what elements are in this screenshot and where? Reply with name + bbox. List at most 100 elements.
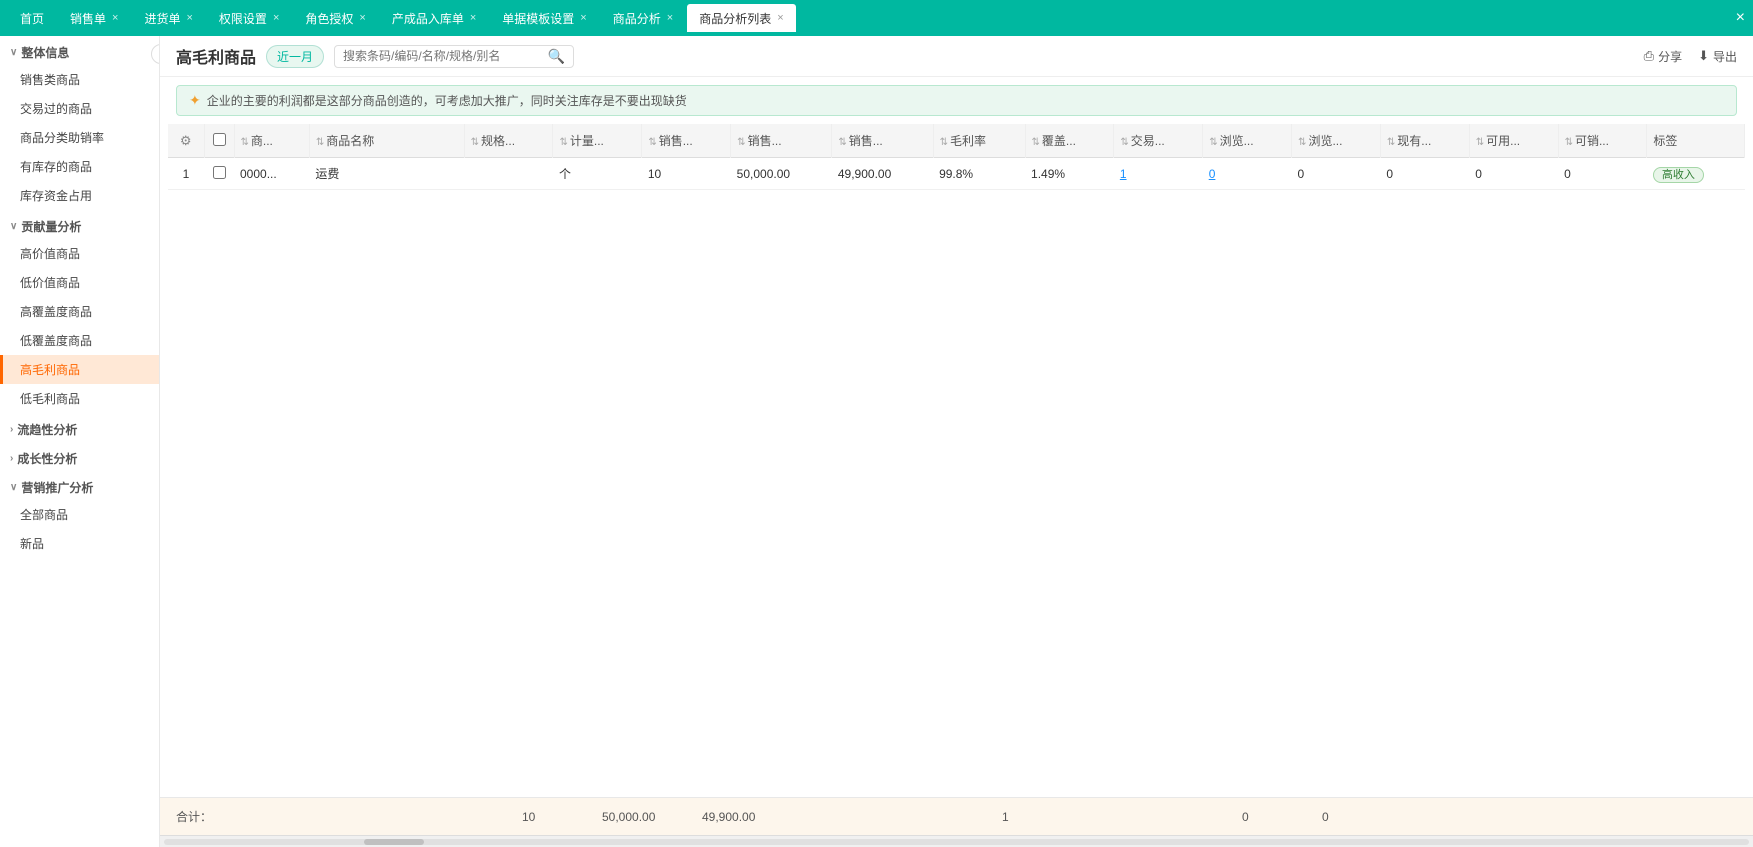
cell-tag: 高收入 (1647, 158, 1745, 190)
table-header-row: ⚙ ⇅商... ⇅商品名称 ⇅规格... (168, 124, 1745, 158)
tab-permission-label: 权限设置 (219, 10, 267, 27)
cell-name: 运费 (309, 158, 464, 190)
tab-analysis-list-label: 商品分析列表 (699, 10, 771, 27)
sidebar-group-overall[interactable]: ∨ 整体信息 (0, 36, 159, 65)
col-sale-profit[interactable]: ⇅销售... (832, 124, 933, 158)
footer-cell-available: 0 (1236, 810, 1316, 824)
select-all-checkbox[interactable] (213, 133, 226, 146)
sidebar-item-low-margin[interactable]: 低毛利商品 (0, 384, 159, 413)
horizontal-scrollbar[interactable] (160, 835, 1753, 847)
col-unit[interactable]: ⇅计量... (553, 124, 642, 158)
col-name[interactable]: ⇅商品名称 (309, 124, 464, 158)
sidebar-item-stock-capital[interactable]: 库存资金占用 (0, 181, 159, 210)
col-browse2[interactable]: ⇅浏览... (1292, 124, 1381, 158)
col-available-stock[interactable]: ⇅可用... (1469, 124, 1558, 158)
tab-analysis[interactable]: 商品分析 × (601, 4, 685, 32)
tab-template[interactable]: 单据模板设置 × (490, 4, 598, 32)
tab-role-close[interactable]: × (359, 12, 365, 24)
tab-sales[interactable]: 销售单 × (58, 4, 130, 32)
col-coverage[interactable]: ⇅覆盖... (1025, 124, 1114, 158)
col-current-stock[interactable]: ⇅现有... (1380, 124, 1469, 158)
cell-sale-amount: 50,000.00 (731, 158, 832, 190)
col-sale-amount[interactable]: ⇅销售... (731, 124, 832, 158)
tab-sales-close[interactable]: × (112, 12, 118, 24)
cell-sale-qty: 10 (642, 158, 731, 190)
tab-product-inbound-close[interactable]: × (470, 12, 476, 24)
footer-cells: 10 50,000.00 49,900.00 1 0 0 (236, 810, 1737, 824)
tab-analysis-list[interactable]: 商品分析列表 × (687, 4, 795, 32)
tab-template-close[interactable]: × (580, 12, 586, 24)
cell-available-stock: 0 (1469, 158, 1558, 190)
cell-code: 0000... (234, 158, 309, 190)
export-button[interactable]: ⬇ 导出 (1698, 48, 1737, 65)
settings-icon[interactable]: ⚙ (180, 133, 192, 148)
cell-trade[interactable]: 1 (1114, 158, 1203, 190)
tab-template-label: 单据模板设置 (502, 10, 574, 27)
sidebar-group-growth[interactable]: › 成长性分析 (0, 442, 159, 471)
cell-coverage: 1.49% (1025, 158, 1114, 190)
sidebar-group-contribution[interactable]: ∨ 贡献量分析 (0, 210, 159, 239)
content-header: 高毛利商品 近一月 🔍 ⎙ 分享 ⬇ 导出 (160, 36, 1753, 77)
period-button[interactable]: 近一月 (266, 45, 324, 68)
sidebar-item-traded-goods[interactable]: 交易过的商品 (0, 94, 159, 123)
tab-product-inbound-label: 产成品入库单 (392, 10, 464, 27)
tab-permission[interactable]: 权限设置 × (207, 4, 291, 32)
tab-product-inbound[interactable]: 产成品入库单 × (380, 4, 488, 32)
sidebar-group-marketing[interactable]: ∨ 营销推广分析 (0, 471, 159, 500)
search-box[interactable]: 🔍 (334, 45, 574, 68)
share-button[interactable]: ⎙ 分享 (1644, 48, 1682, 65)
scrollbar-thumb[interactable] (364, 839, 424, 845)
top-nav-bar: 首页 销售单 × 进货单 × 权限设置 × 角色授权 × 产成品入库单 × 单据… (0, 0, 1753, 36)
footer-cell-sale-profit: 49,900.00 (696, 810, 796, 824)
search-icon[interactable]: 🔍 (548, 48, 565, 65)
chevron-right-icon: › (10, 424, 13, 435)
sidebar-item-sales-goods[interactable]: 销售类商品 (0, 65, 159, 94)
tab-analysis-close[interactable]: × (667, 12, 673, 24)
cell-sale-profit: 49,900.00 (832, 158, 933, 190)
table-wrapper[interactable]: ⚙ ⇅商... ⇅商品名称 ⇅规格... (160, 124, 1753, 797)
sidebar-item-high-coverage[interactable]: 高覆盖度商品 (0, 297, 159, 326)
sidebar-group-trend[interactable]: › 流趋性分析 (0, 413, 159, 442)
footer-label: 合计： (176, 808, 236, 825)
sidebar-item-stocked-goods[interactable]: 有库存的商品 (0, 152, 159, 181)
cell-sellable-stock: 0 (1558, 158, 1647, 190)
tab-home-label: 首页 (20, 10, 44, 27)
sidebar-item-high-margin[interactable]: 高毛利商品 (0, 355, 159, 384)
page-title: 高毛利商品 (176, 44, 256, 68)
col-browse1[interactable]: ⇅浏览... (1203, 124, 1292, 158)
tab-analysis-list-close[interactable]: × (777, 12, 783, 24)
tab-purchase-close[interactable]: × (186, 12, 192, 24)
sidebar: 《 ∨ 整体信息 销售类商品 交易过的商品 商品分类助销率 有库存的商品 库存资… (0, 36, 160, 847)
sidebar-item-all-goods[interactable]: 全部商品 (0, 500, 159, 529)
col-sale-qty[interactable]: ⇅销售... (642, 124, 731, 158)
cell-checkbox[interactable] (204, 158, 234, 190)
footer-cell-spacer3 (1076, 810, 1236, 824)
sidebar-item-low-coverage[interactable]: 低覆盖度商品 (0, 326, 159, 355)
tab-role[interactable]: 角色授权 × (293, 4, 377, 32)
col-code[interactable]: ⇅商... (234, 124, 309, 158)
scrollbar-track (164, 839, 1749, 845)
col-gross-rate[interactable]: ⇅毛利率 (933, 124, 1025, 158)
tab-permission-close[interactable]: × (273, 12, 279, 24)
footer-cell-trade: 1 (996, 810, 1076, 824)
chevron-right-icon-2: › (10, 453, 13, 464)
cell-browse2: 0 (1292, 158, 1381, 190)
footer-cell-sale-amount: 50,000.00 (596, 810, 696, 824)
col-tag[interactable]: 标签 (1647, 124, 1745, 158)
sidebar-item-high-value[interactable]: 高价值商品 (0, 239, 159, 268)
search-input[interactable] (343, 49, 544, 63)
export-icon: ⬇ (1698, 48, 1709, 64)
tab-purchase[interactable]: 进货单 × (132, 4, 204, 32)
tab-home[interactable]: 首页 (8, 4, 56, 32)
cell-browse1[interactable]: 0 (1203, 158, 1292, 190)
col-sellable-stock[interactable]: ⇅可销... (1558, 124, 1647, 158)
col-spec[interactable]: ⇅规格... (464, 124, 553, 158)
sidebar-item-low-value[interactable]: 低价值商品 (0, 268, 159, 297)
sidebar-item-new-goods[interactable]: 新品 (0, 529, 159, 558)
close-all-btn[interactable]: × (1736, 9, 1745, 27)
col-trade[interactable]: ⇅交易... (1114, 124, 1203, 158)
chevron-down-icon: ∨ (10, 47, 17, 58)
sidebar-item-category-rate[interactable]: 商品分类助销率 (0, 123, 159, 152)
main-layout: 《 ∨ 整体信息 销售类商品 交易过的商品 商品分类助销率 有库存的商品 库存资… (0, 36, 1753, 847)
cell-index: 1 (168, 158, 204, 190)
